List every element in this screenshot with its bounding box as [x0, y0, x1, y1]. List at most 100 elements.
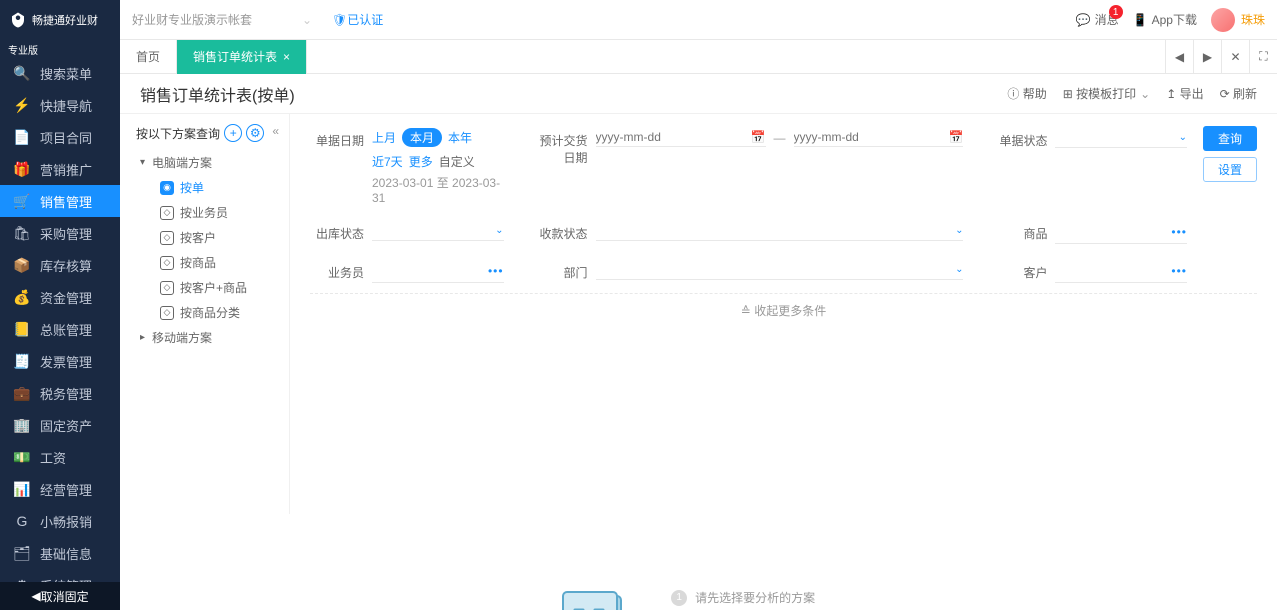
- doc-icon: 📄: [14, 129, 30, 145]
- money-icon: 💰: [14, 289, 30, 305]
- calendar-icon: 📅: [751, 130, 766, 144]
- nav-item-tax[interactable]: 💼税务管理: [0, 377, 120, 409]
- more-icon: •••: [488, 264, 504, 278]
- chevron-down-icon: ⌄: [955, 225, 963, 236]
- nav-item-invoice[interactable]: 🧾发票管理: [0, 345, 120, 377]
- help-label: 帮助: [1023, 85, 1047, 102]
- app-download-link[interactable]: 📱 App下载: [1133, 11, 1197, 28]
- top-header: 好业财专业版演示帐套 ⌄ 🛡 已认证 💬 消息 1 📱 App下载 珠珠: [120, 0, 1277, 40]
- customer-picker[interactable]: •••: [1055, 260, 1187, 283]
- quick-more[interactable]: 更多: [409, 153, 433, 170]
- tree-group[interactable]: ▸移动端方案: [120, 325, 289, 350]
- nav-label: 采购管理: [40, 224, 92, 243]
- nav-item-salary[interactable]: 💵工资: [0, 441, 120, 473]
- ledger-icon: 📒: [14, 321, 30, 337]
- tabs-bar: 首页 销售订单统计表 × ◀ ▶ ✕ ⛶: [120, 40, 1277, 74]
- leaf-icon: ◉: [160, 181, 174, 195]
- tree-leaf[interactable]: ◇按商品: [120, 250, 289, 275]
- quick-this-year[interactable]: 本年: [448, 129, 472, 146]
- filter-customer: 客户 •••: [993, 260, 1187, 283]
- scheme-title: 按以下方案查询: [136, 125, 220, 142]
- verified-badge[interactable]: 🛡 已认证: [332, 11, 383, 28]
- help-link[interactable]: ⓘ 帮助: [1007, 85, 1046, 102]
- nav-item-asset[interactable]: 🏢固定资产: [0, 409, 120, 441]
- print-template-button[interactable]: ⊞ 按模板打印⌄: [1063, 85, 1150, 102]
- nav-item-g[interactable]: G小畅报销: [0, 505, 120, 537]
- pin-toggle[interactable]: ◀ 取消固定: [0, 582, 120, 610]
- doc-status-select[interactable]: ⌄: [1055, 128, 1187, 148]
- nav-item-money[interactable]: 💰资金管理: [0, 281, 120, 313]
- add-scheme-button[interactable]: +: [224, 124, 242, 142]
- nav-item-search[interactable]: 🔍搜索菜单: [0, 57, 120, 89]
- salesperson-picker[interactable]: •••: [372, 260, 504, 283]
- pin-label: 取消固定: [41, 588, 89, 605]
- outbound-status-select[interactable]: ⌄: [372, 221, 504, 241]
- cart2-icon: 🛍: [14, 225, 30, 241]
- nav-label: 总账管理: [40, 320, 92, 339]
- nav-item-cart[interactable]: 🛒销售管理: [0, 185, 120, 217]
- collapse-conditions[interactable]: ≙ 收起更多条件: [310, 293, 1257, 327]
- nav-item-sys[interactable]: ⚙系统管理: [0, 569, 120, 582]
- nav-label: 工资: [40, 448, 66, 467]
- filter-salesperson: 业务员 •••: [310, 260, 504, 283]
- filter-label: 单据状态: [993, 128, 1055, 149]
- fullscreen-toggle[interactable]: ⛶: [1249, 40, 1277, 74]
- nav-item-base[interactable]: 🗂基础信息: [0, 537, 120, 569]
- nav-item-gift[interactable]: 🎁营销推广: [0, 153, 120, 185]
- tab-sales-order-stats[interactable]: 销售订单统计表 ×: [177, 40, 307, 74]
- receipt-status-select[interactable]: ⌄: [596, 221, 964, 241]
- nav-item-ledger[interactable]: 📒 总账管理: [0, 313, 120, 345]
- delivery-date-end[interactable]: 📅: [794, 128, 964, 147]
- scheme-settings-button[interactable]: ⚙: [246, 124, 264, 142]
- nav-item-box[interactable]: 📦库存核算: [0, 249, 120, 281]
- tree-leaf[interactable]: ◇按客户+商品: [120, 275, 289, 300]
- leaf-icon: ◇: [160, 206, 174, 220]
- tree-leaf[interactable]: ◇按商品分类: [120, 300, 289, 325]
- quick-custom[interactable]: 自定义: [439, 153, 475, 170]
- leaf-label: 按商品分类: [180, 304, 240, 321]
- settings-button[interactable]: 设置: [1203, 157, 1257, 182]
- tree-leaf[interactable]: ◇ 按业务员: [120, 200, 289, 225]
- company-select[interactable]: 好业财专业版演示帐套 ⌄: [132, 11, 312, 28]
- filter-product: 商品 •••: [993, 221, 1187, 244]
- nav-item-biz[interactable]: 📊经营管理: [0, 473, 120, 505]
- tax-icon: 💼: [14, 385, 30, 401]
- user-menu[interactable]: 珠珠: [1211, 8, 1265, 32]
- nav-item-lightning[interactable]: ⚡快捷导航: [0, 89, 120, 121]
- date-input[interactable]: [596, 130, 751, 144]
- collapse-panel-button[interactable]: «: [272, 124, 279, 142]
- hint-row: 1 请先选择要分析的方案: [671, 589, 846, 606]
- nav-label: 营销推广: [40, 160, 92, 179]
- tab-close-all[interactable]: ✕: [1221, 40, 1249, 74]
- quick-7days[interactable]: 近7天: [372, 153, 403, 170]
- product-picker[interactable]: •••: [1055, 221, 1187, 244]
- quick-this-month[interactable]: 本月: [402, 128, 442, 147]
- export-button[interactable]: ↥ 导出: [1166, 85, 1203, 102]
- tree-leaf[interactable]: ◇按客户: [120, 225, 289, 250]
- messages-link[interactable]: 💬 消息 1: [1076, 11, 1119, 28]
- tab-home[interactable]: 首页: [120, 40, 177, 74]
- biz-icon: 📊: [14, 481, 30, 497]
- date-input[interactable]: [794, 130, 949, 144]
- delivery-date-start[interactable]: 📅: [596, 128, 766, 147]
- nav-item-cart2[interactable]: 🛍 采购管理: [0, 217, 120, 249]
- close-icon[interactable]: ×: [283, 50, 290, 64]
- leaf-label: 按业务员: [180, 204, 228, 221]
- quick-last-month[interactable]: 上月: [372, 129, 396, 146]
- tree-group[interactable]: ▾电脑端方案: [120, 150, 289, 175]
- tab-prev[interactable]: ◀: [1165, 40, 1193, 74]
- tree-leaf[interactable]: ◉ 按单: [120, 175, 289, 200]
- page-title: 销售订单统计表(按单): [140, 82, 295, 106]
- filter-doc-status: 单据状态 ⌄: [993, 128, 1187, 205]
- leaf-icon: ◇: [160, 281, 174, 295]
- filter-department: 部门 ⌄: [534, 260, 964, 283]
- department-select[interactable]: ⌄: [596, 260, 964, 280]
- step-badge: 1: [671, 590, 687, 606]
- nav-item-doc[interactable]: 📄项目合同: [0, 121, 120, 153]
- company-name: 好业财专业版演示帐套: [132, 11, 252, 28]
- refresh-button[interactable]: ⟳ 刷新: [1220, 85, 1257, 102]
- tab-next[interactable]: ▶: [1193, 40, 1221, 74]
- empty-state: 1 请先选择要分析的方案 2 用[过滤]条件来缩小分析范围: [120, 514, 1277, 610]
- leaf-label: 按单: [180, 179, 204, 196]
- query-button[interactable]: 查询: [1203, 126, 1257, 151]
